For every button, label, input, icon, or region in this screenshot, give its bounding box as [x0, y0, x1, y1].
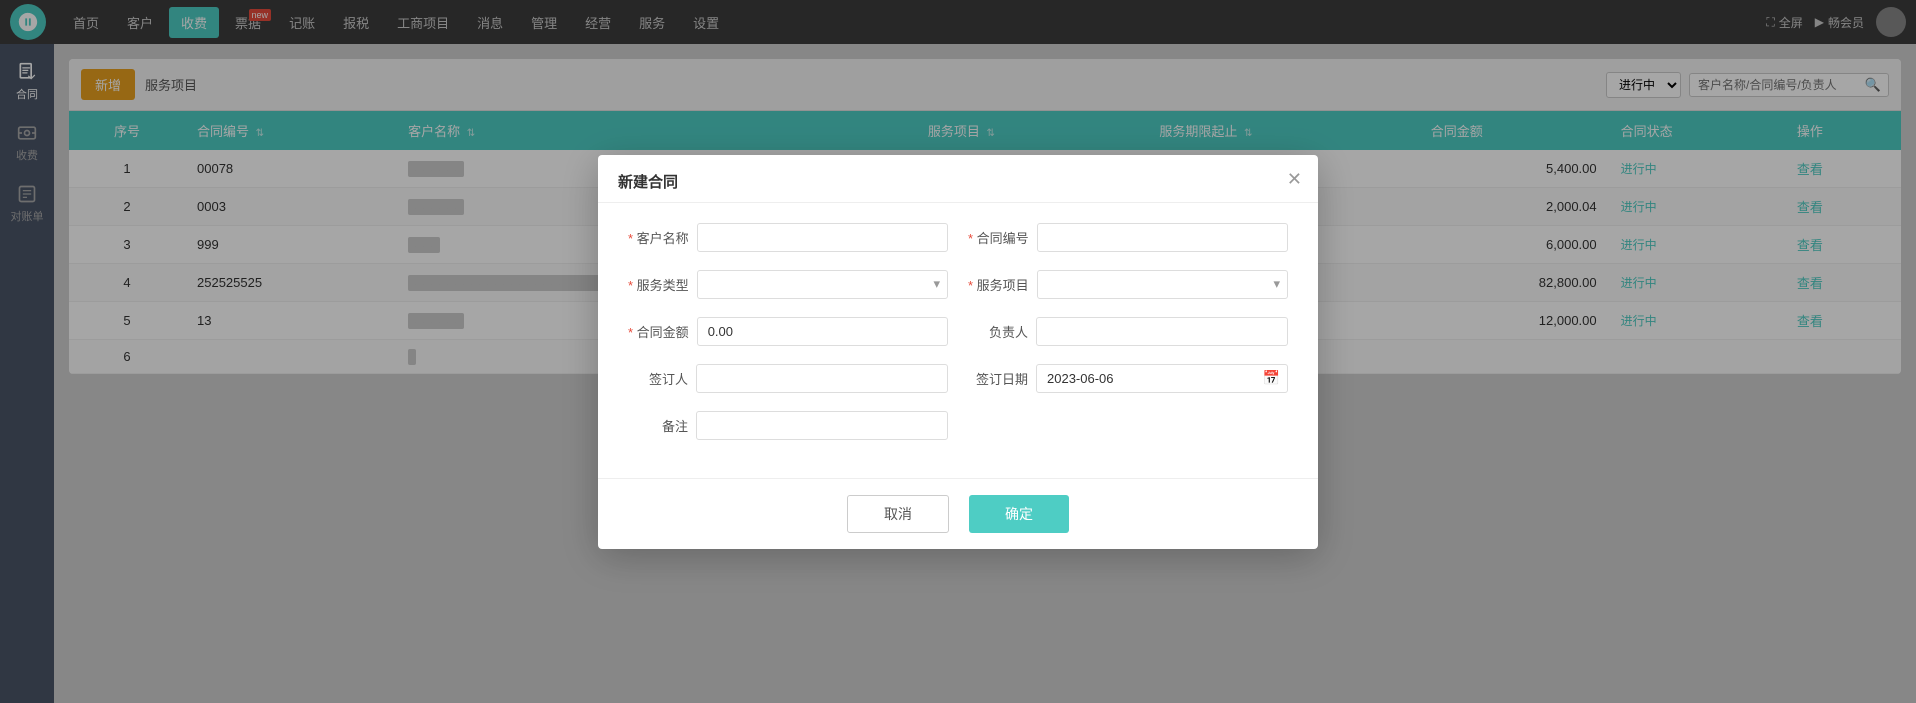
sign-date-input[interactable]: 2023-06-06	[1036, 364, 1288, 393]
modal-overlay[interactable]: 新建合同 ✕ 客户名称 合同编号 服务类型	[0, 0, 1916, 703]
field-sign-date: 签订日期 2023-06-06 📅	[968, 364, 1288, 393]
service-item-label: 服务项目	[968, 275, 1029, 294]
cancel-button[interactable]: 取消	[847, 495, 949, 533]
sign-date-label: 签订日期	[968, 369, 1028, 388]
contract-amount-label: 合同金额	[628, 322, 689, 341]
customer-name-input[interactable]	[697, 223, 948, 252]
form-row-2: 服务类型 服务项目	[628, 270, 1288, 299]
contract-no-input[interactable]	[1037, 223, 1288, 252]
confirm-button[interactable]: 确定	[969, 495, 1069, 533]
service-type-select[interactable]	[697, 270, 948, 299]
form-row-4: 签订人 签订日期 2023-06-06 📅	[628, 364, 1288, 393]
new-contract-modal: 新建合同 ✕ 客户名称 合同编号 服务类型	[598, 155, 1318, 549]
responsible-label: 负责人	[968, 322, 1028, 341]
field-contract-no: 合同编号	[968, 223, 1288, 252]
modal-title: 新建合同	[598, 155, 1318, 203]
service-type-label: 服务类型	[628, 275, 689, 294]
form-row-5: 备注	[628, 411, 1288, 440]
service-item-select-wrap	[1037, 270, 1288, 299]
form-row-3: 合同金额 0.00 负责人	[628, 317, 1288, 346]
modal-close-button[interactable]: ✕	[1287, 169, 1302, 190]
responsible-input[interactable]	[1036, 317, 1288, 346]
modal-body: 客户名称 合同编号 服务类型	[598, 203, 1318, 478]
field-contract-amount: 合同金额 0.00	[628, 317, 948, 346]
modal-footer: 取消 确定	[598, 478, 1318, 549]
contract-no-label: 合同编号	[968, 228, 1029, 247]
field-remark: 备注	[628, 411, 948, 440]
service-type-select-wrap	[697, 270, 948, 299]
signer-input[interactable]	[696, 364, 948, 393]
field-responsible: 负责人	[968, 317, 1288, 346]
remark-input[interactable]	[696, 411, 948, 440]
contract-amount-input[interactable]: 0.00	[697, 317, 948, 346]
service-item-select[interactable]	[1037, 270, 1288, 299]
sign-date-wrap: 2023-06-06 📅	[1036, 364, 1288, 393]
signer-label: 签订人	[628, 369, 688, 388]
remark-label: 备注	[628, 416, 688, 435]
field-signer: 签订人	[628, 364, 948, 393]
field-service-item: 服务项目	[968, 270, 1288, 299]
field-customer-name: 客户名称	[628, 223, 948, 252]
form-row-1: 客户名称 合同编号	[628, 223, 1288, 252]
customer-name-label: 客户名称	[628, 228, 689, 247]
field-service-type: 服务类型	[628, 270, 948, 299]
calendar-icon[interactable]: 📅	[1263, 370, 1280, 387]
